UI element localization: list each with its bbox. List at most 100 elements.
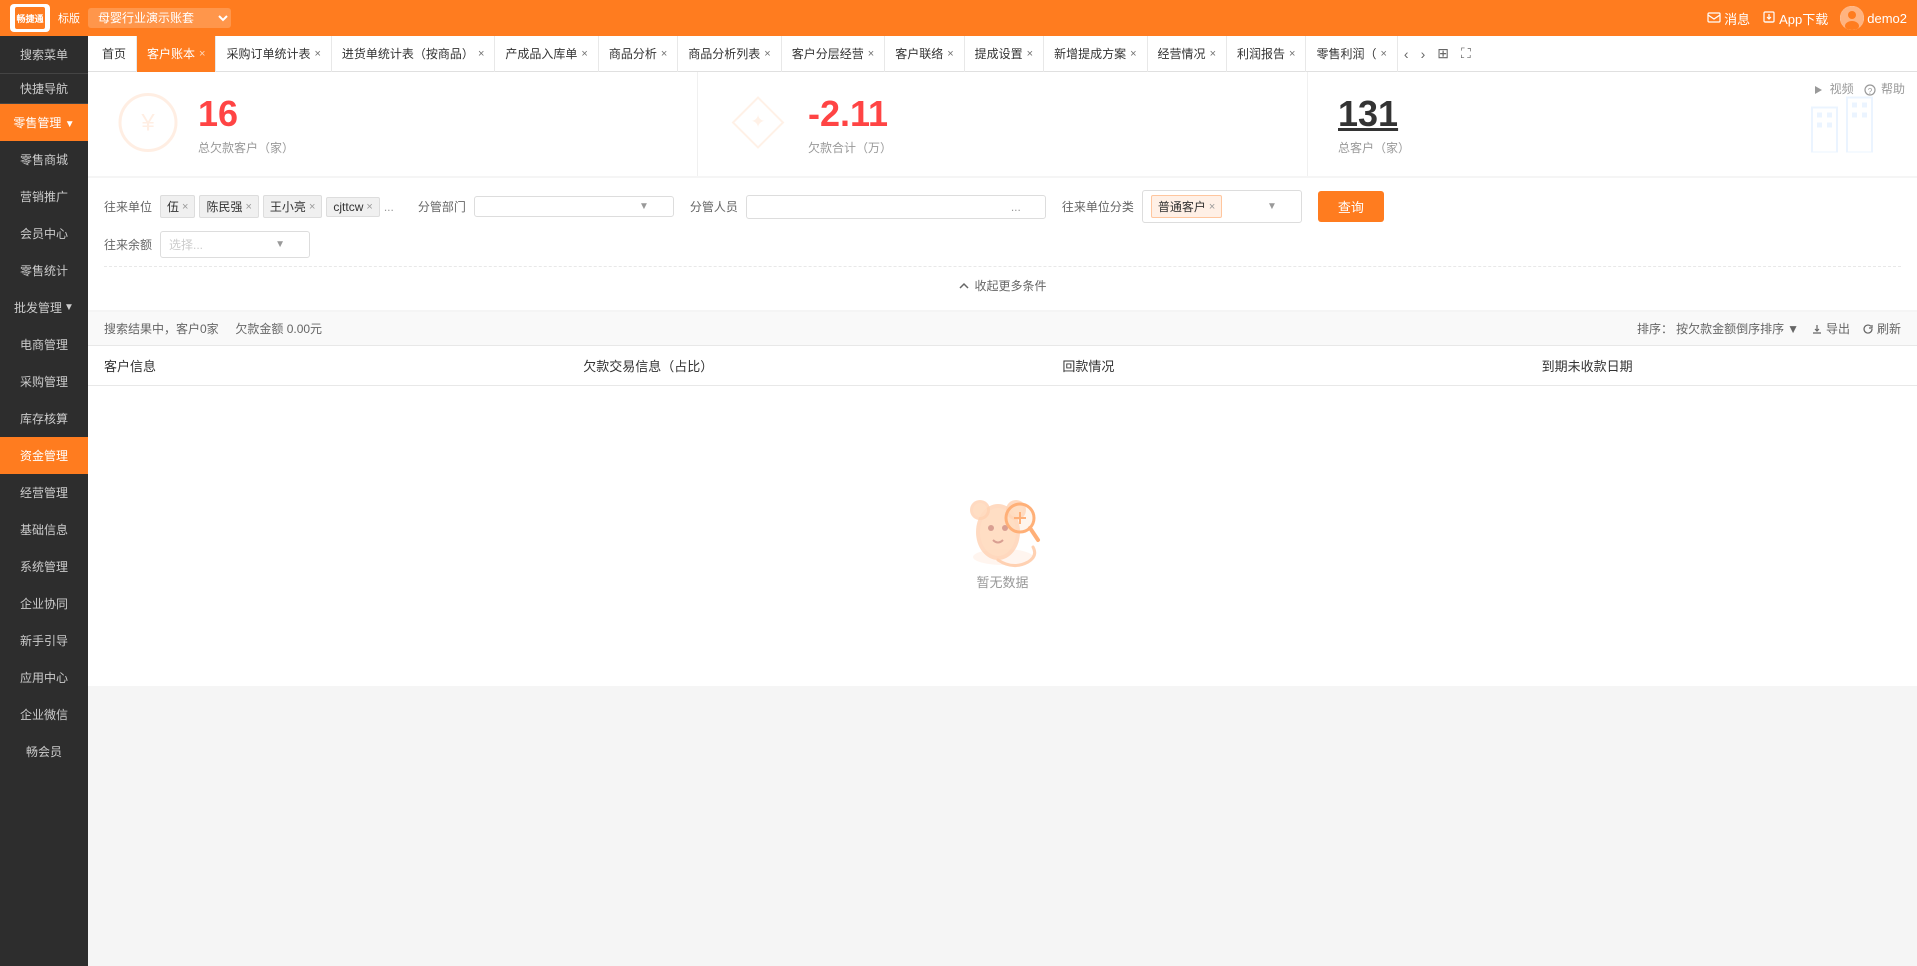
collapse-filter-btn[interactable]: 收起更多条件 (104, 273, 1901, 298)
tab-goods-analysis[interactable]: 商品分析 × (599, 36, 678, 72)
svg-text:畅捷通: 畅捷通 (16, 13, 43, 24)
sidebar-item-app-center[interactable]: 应用中心 (0, 659, 88, 696)
sidebar-item-retail-stats[interactable]: 零售统计 (0, 252, 88, 289)
sidebar-item-ecommerce[interactable]: 电商管理 (0, 326, 88, 363)
tab-inbound-stats[interactable]: 进货单统计表（按商品） × (332, 36, 495, 72)
sidebar-item-enterprise[interactable]: 企业协同 (0, 585, 88, 622)
top-bar-left: 畅捷通 标版 母婴行业演示账套 (10, 4, 231, 32)
tab-new-improve[interactable]: 新增提成方案 × (1044, 36, 1147, 72)
unit-tag-cjttcw-remove[interactable]: × (366, 201, 372, 213)
sidebar-item-marketing[interactable]: 营销推广 (0, 178, 88, 215)
dept-dropdown-arrow: ▼ (639, 201, 649, 212)
balance-select[interactable]: 选择... ▼ (160, 231, 310, 258)
sort-arrow-icon: ▼ (1787, 322, 1799, 336)
unit-tag-more[interactable]: ... (384, 200, 394, 214)
tab-close-improve-settings[interactable]: × (1027, 48, 1033, 60)
sidebar-item-system[interactable]: 系统管理 (0, 548, 88, 585)
tab-purchase-stats[interactable]: 采购订单统计表 × (216, 36, 331, 72)
search-result-text: 搜索结果中，客户0家 欠款金额 0.00元 (104, 320, 322, 337)
empty-text: 暂无数据 (976, 572, 1028, 591)
unit-category-tags: 普通客户 × (1151, 195, 1267, 218)
sidebar-item-member[interactable]: 畅会员 (0, 733, 88, 770)
filter-row-balance: 往来余额 选择... ▼ (104, 231, 1901, 258)
main-layout: 搜索菜单 快捷导航 零售管理 ▼ 零售商城 营销推广 会员中心 零售统计 批发管… (0, 36, 1917, 966)
tab-improve-settings[interactable]: 提成设置 × (965, 36, 1044, 72)
sidebar-item-purchase[interactable]: 采购管理 (0, 363, 88, 400)
help-btn[interactable]: ? 帮助 (1864, 80, 1905, 97)
app-logo: 畅捷通 (10, 4, 50, 32)
person-more[interactable]: ... (1011, 200, 1021, 214)
unit-category-select[interactable]: 普通客户 × ▼ (1142, 190, 1302, 223)
sidebar-item-retail-mall[interactable]: 零售商城 (0, 141, 88, 178)
debt-customers-label: 总欠款客户（家） (198, 139, 667, 156)
sidebar-search[interactable]: 搜索菜单 (0, 36, 88, 74)
sidebar-item-basic-info[interactable]: 基础信息 (0, 511, 88, 548)
avatar (1840, 6, 1864, 30)
tab-profit-report[interactable]: 利润报告 × (1227, 36, 1306, 72)
svg-text:?: ? (1867, 87, 1872, 96)
dept-filter-label: 分管部门 (418, 198, 466, 215)
tab-close-profit-report[interactable]: × (1289, 48, 1295, 60)
tab-home[interactable]: 首页 (92, 36, 137, 72)
video-btn[interactable]: 视频 (1812, 80, 1853, 97)
unit-tag-wu-remove[interactable]: × (182, 201, 188, 213)
debt-amount-label: 欠款合计（万） (808, 139, 1277, 156)
tab-menu-btn[interactable]: ⊞ (1431, 36, 1455, 72)
query-button[interactable]: 查询 (1318, 191, 1384, 222)
tab-operations-status[interactable]: 经营情况 × (1148, 36, 1227, 72)
tab-prev-btn[interactable]: ‹ (1398, 36, 1415, 72)
sidebar-item-guide[interactable]: 新手引导 (0, 622, 88, 659)
content-area: 首页 客户账本 × 采购订单统计表 × 进货单统计表（按商品） × 产成品入库单… (88, 36, 1917, 966)
sidebar-item-inventory[interactable]: 库存核算 (0, 400, 88, 437)
debt-amount-number: -2.11 (808, 92, 1277, 135)
sidebar-item-wholesale-mgmt[interactable]: 批发管理▼ (0, 289, 88, 326)
tab-close-inbound-stats[interactable]: × (478, 48, 484, 60)
sidebar-item-wechat[interactable]: 企业微信 (0, 696, 88, 733)
unit-category-tag-remove[interactable]: × (1209, 201, 1215, 213)
tab-close-operations-status[interactable]: × (1210, 48, 1216, 60)
debt-customers-number: 16 (198, 92, 667, 135)
tab-close-goods-analysis-list[interactable]: × (764, 48, 770, 60)
tab-close-customer-contact[interactable]: × (947, 48, 953, 60)
unit-tag-chen-remove[interactable]: × (245, 201, 251, 213)
sidebar-item-member-center[interactable]: 会员中心 (0, 215, 88, 252)
tab-customer-book[interactable]: 客户账本 × (137, 36, 216, 72)
refresh-btn[interactable]: 刷新 (1862, 320, 1901, 337)
tab-close-new-improve[interactable]: × (1130, 48, 1136, 60)
tab-goods-analysis-list[interactable]: 商品分析列表 × (678, 36, 781, 72)
tab-close-retail-profit[interactable]: × (1380, 48, 1386, 60)
tab-close-customer-segment[interactable]: × (868, 48, 874, 60)
tab-close-customer-book[interactable]: × (199, 48, 205, 60)
tab-customer-segment[interactable]: 客户分层经营 × (782, 36, 885, 72)
tab-bar: 首页 客户账本 × 采购订单统计表 × 进货单统计表（按商品） × 产成品入库单… (88, 36, 1917, 72)
dept-select[interactable]: ▼ (474, 196, 674, 217)
app-download-btn[interactable]: App下载 (1762, 9, 1828, 28)
sidebar-item-retail-mgmt[interactable]: 零售管理 ▼ (0, 104, 88, 141)
sidebar-item-finance[interactable]: 资金管理 (0, 437, 88, 474)
search-actions: 排序： 按欠款金额倒序排序 ▼ 导出 刷新 (1637, 320, 1901, 337)
tab-retail-profit[interactable]: 零售利润（ × (1306, 36, 1397, 72)
unit-tag-wang: 王小亮 × (263, 195, 322, 218)
user-avatar[interactable]: demo2 (1840, 6, 1907, 30)
sidebar-quick-nav[interactable]: 快捷导航 (0, 74, 88, 104)
tab-fullscreen-btn[interactable]: ⛶ (1455, 36, 1477, 72)
total-customers-label: 总客户（家） (1338, 139, 1887, 156)
person-select[interactable]: ... (746, 195, 1046, 219)
tab-close-purchase-stats[interactable]: × (314, 48, 320, 60)
message-btn[interactable]: 消息 (1707, 9, 1750, 28)
tab-customer-contact[interactable]: 客户联络 × (885, 36, 964, 72)
store-select[interactable]: 母婴行业演示账套 (88, 8, 231, 28)
unit-tag-wang-remove[interactable]: × (309, 201, 315, 213)
app-wrapper: 畅捷通 标版 母婴行业演示账套 消息 App下载 (0, 0, 1917, 966)
sidebar-item-operations[interactable]: 经营管理 (0, 474, 88, 511)
svg-text:✦: ✦ (750, 112, 765, 132)
balance-filter-label: 往来余额 (104, 236, 152, 253)
tab-close-goods-analysis[interactable]: × (661, 48, 667, 60)
sort-btn[interactable]: 排序： 按欠款金额倒序排序 ▼ (1637, 320, 1799, 337)
table-body: 暂无数据 (88, 386, 1917, 686)
export-btn[interactable]: 导出 (1811, 320, 1850, 337)
empty-state: 暂无数据 (958, 482, 1048, 591)
tab-production[interactable]: 产成品入库单 × (495, 36, 598, 72)
tab-next-btn[interactable]: › (1415, 36, 1432, 72)
tab-close-production[interactable]: × (581, 48, 587, 60)
